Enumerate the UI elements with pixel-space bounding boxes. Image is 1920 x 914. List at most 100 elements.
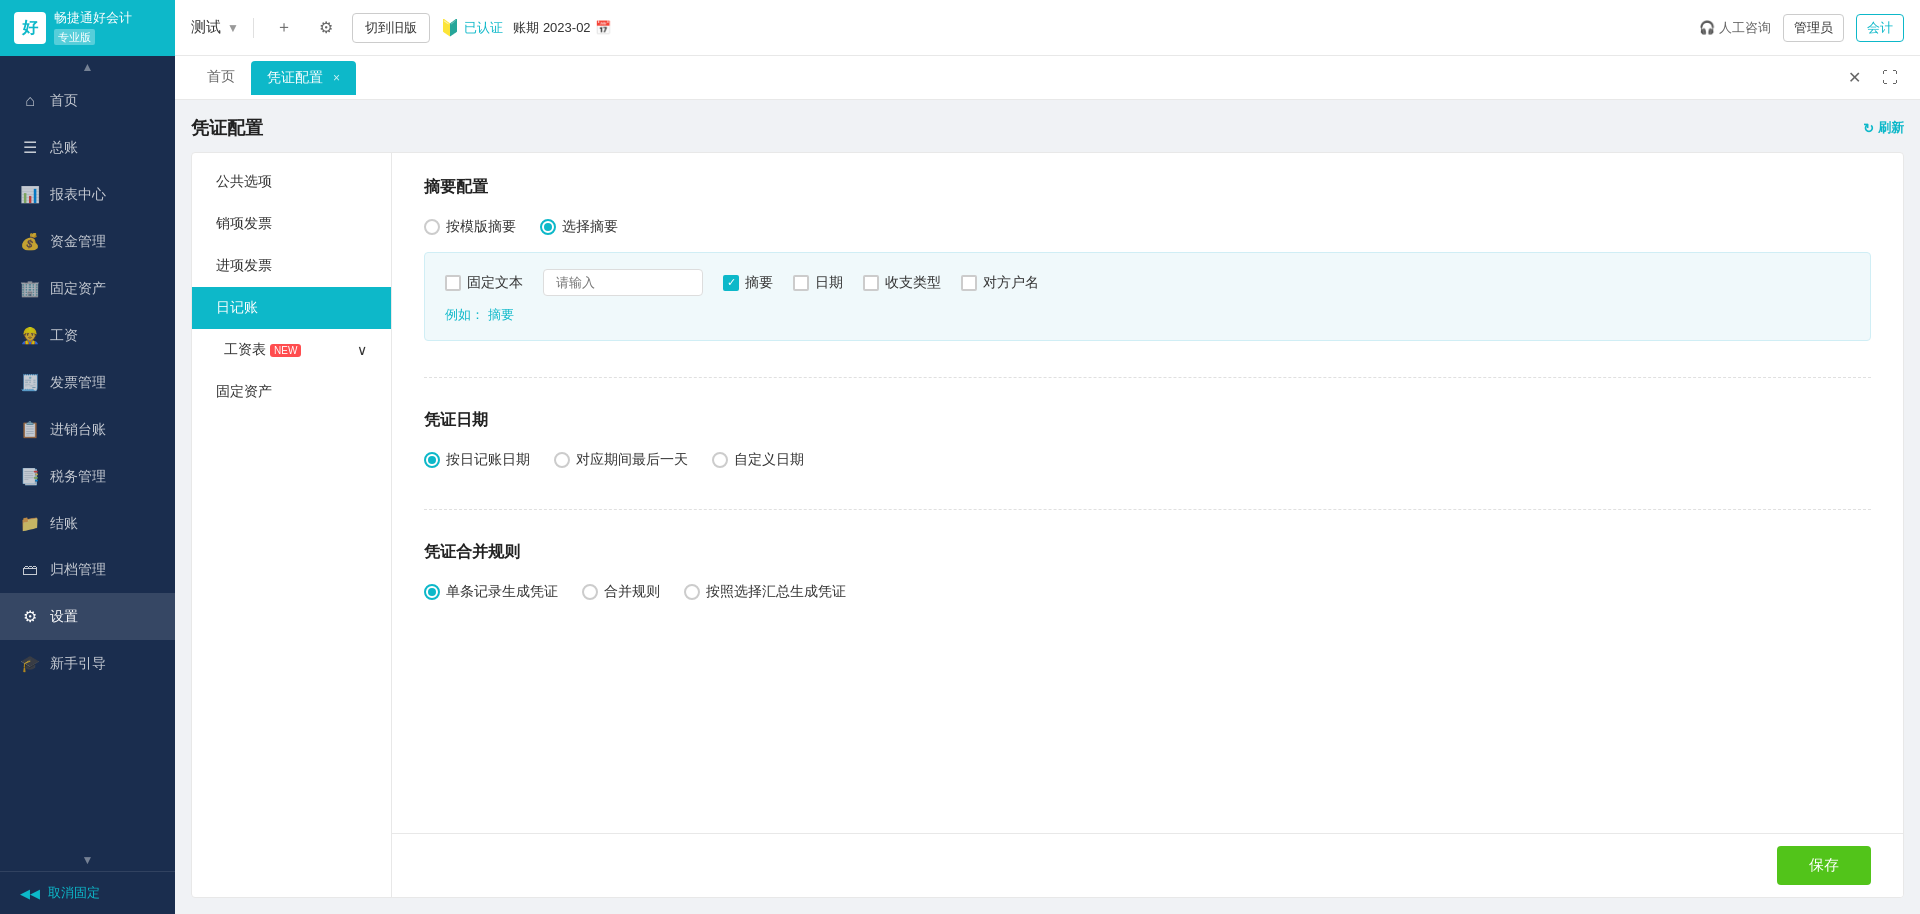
topbar-divider-1 xyxy=(253,18,254,38)
radio-select-summary[interactable]: 选择摘要 xyxy=(540,218,618,236)
sidebar-item-label: 总账 xyxy=(50,139,78,157)
help-btn[interactable]: 🎧 人工咨询 xyxy=(1699,19,1771,37)
radio-select-circle xyxy=(540,219,556,235)
checkbox-payment-type-label: 收支类型 xyxy=(885,274,941,292)
checkbox-date-box xyxy=(793,275,809,291)
checkbox-fixed-text[interactable]: 固定文本 xyxy=(445,274,523,292)
nav-item-purchase-invoice-label: 进项发票 xyxy=(216,257,272,273)
tab-voucher-config-label: 凭证配置 xyxy=(267,69,323,85)
user-role-btn[interactable]: 会计 xyxy=(1856,14,1904,42)
radio-period-last-day[interactable]: 对应期间最后一天 xyxy=(554,451,688,469)
checkbox-counterpart-label: 对方户名 xyxy=(983,274,1039,292)
sidebar-item-newbie[interactable]: 🎓 新手引导 xyxy=(0,640,175,687)
sidebar-item-home[interactable]: ⌂ 首页 xyxy=(0,78,175,124)
cert-label: 已认证 xyxy=(464,19,503,37)
merge-section: 凭证合并规则 单条记录生成凭证 合并规则 xyxy=(424,542,1871,641)
sidebar-nav: ⌂ 首页 ☰ 总账 📊 报表中心 💰 资金管理 🏢 固定资产 👷 工资 🧾 发票… xyxy=(0,78,175,849)
tab-home-label: 首页 xyxy=(207,68,235,84)
settings-btn[interactable]: ⚙ xyxy=(310,12,342,44)
sidebar-item-label: 报表中心 xyxy=(50,186,106,204)
switch-old-version-btn[interactable]: 切到旧版 xyxy=(352,13,430,43)
radio-merge-rule-label: 合并规则 xyxy=(604,583,660,601)
project-chevron-icon: ▼ xyxy=(227,21,239,35)
scroll-up-btn[interactable]: ▲ xyxy=(0,56,175,78)
checkbox-fixed-text-box xyxy=(445,275,461,291)
sidebar-item-tax[interactable]: 📑 税务管理 xyxy=(0,453,175,500)
checkbox-summary[interactable]: ✓ 摘要 xyxy=(723,274,773,292)
radio-template-label: 按模版摘要 xyxy=(446,218,516,236)
nav-item-journal-label: 日记账 xyxy=(216,299,258,315)
radio-single-record-label: 单条记录生成凭证 xyxy=(446,583,558,601)
expand-tab-btn[interactable]: ⛶ xyxy=(1876,64,1904,92)
sidebar-item-ledger[interactable]: ☰ 总账 xyxy=(0,124,175,171)
nav-item-sales-invoice-label: 销项发票 xyxy=(216,215,272,231)
sidebar-item-label: 发票管理 xyxy=(50,374,106,392)
nav-item-payroll[interactable]: 工资表NEW ∨ xyxy=(192,329,391,371)
date-radio-group: 按日记账日期 对应期间最后一天 自定义日期 xyxy=(424,451,1871,469)
radio-select-aggregate-circle xyxy=(684,584,700,600)
headset-icon: 🎧 xyxy=(1699,20,1715,35)
radio-select-aggregate[interactable]: 按照选择汇总生成凭证 xyxy=(684,583,846,601)
radio-custom-date[interactable]: 自定义日期 xyxy=(712,451,804,469)
scroll-down-btn[interactable]: ▼ xyxy=(0,849,175,871)
cert-icon: 🔰 xyxy=(440,18,460,37)
cancel-fixed-label: 取消固定 xyxy=(48,884,100,902)
radio-journal-date[interactable]: 按日记账日期 xyxy=(424,451,530,469)
nav-item-common[interactable]: 公共选项 xyxy=(192,161,391,203)
sidebar-item-label: 进销台账 xyxy=(50,421,106,439)
sidebar-item-purchase-sales[interactable]: 📋 进销台账 xyxy=(0,406,175,453)
sidebar-item-archive[interactable]: 🗃 归档管理 xyxy=(0,547,175,593)
logo-text: 畅捷通好会计 专业版 xyxy=(54,10,132,46)
radio-single-record[interactable]: 单条记录生成凭证 xyxy=(424,583,558,601)
sidebar-item-report[interactable]: 📊 报表中心 xyxy=(0,171,175,218)
sidebar-item-label: 结账 xyxy=(50,515,78,533)
checkbox-payment-type[interactable]: 收支类型 xyxy=(863,274,941,292)
sidebar-item-salary[interactable]: 👷 工资 xyxy=(0,312,175,359)
radio-period-last-day-circle xyxy=(554,452,570,468)
right-content: 摘要配置 按模版摘要 选择摘要 xyxy=(392,153,1903,833)
fund-icon: 💰 xyxy=(20,232,40,251)
radio-journal-date-circle xyxy=(424,452,440,468)
checkbox-payment-type-box xyxy=(863,275,879,291)
sidebar-item-label: 工资 xyxy=(50,327,78,345)
user-name-btn[interactable]: 管理员 xyxy=(1783,14,1844,42)
close-tab-btn[interactable]: ✕ xyxy=(1840,64,1868,92)
purchase-sales-icon: 📋 xyxy=(20,420,40,439)
footer-bar: 保存 xyxy=(392,833,1903,897)
archive-icon: 🗃 xyxy=(20,561,40,579)
nav-item-payroll-label: 工资表NEW xyxy=(224,341,301,359)
app-logo[interactable]: 好 畅捷通好会计 专业版 xyxy=(0,0,175,56)
tab-voucher-config[interactable]: 凭证配置 × xyxy=(251,61,356,95)
sidebar-item-fund[interactable]: 💰 资金管理 xyxy=(0,218,175,265)
sidebar-item-closing[interactable]: 📁 结账 xyxy=(0,500,175,547)
nav-item-sales-invoice[interactable]: 销项发票 xyxy=(192,203,391,245)
radio-merge-rule[interactable]: 合并规则 xyxy=(582,583,660,601)
checkbox-summary-box: ✓ xyxy=(723,275,739,291)
radio-single-record-circle xyxy=(424,584,440,600)
checkbox-date-label: 日期 xyxy=(815,274,843,292)
cancel-fixed-btn[interactable]: ◀◀ 取消固定 xyxy=(0,871,175,914)
tab-home[interactable]: 首页 xyxy=(191,57,251,99)
nav-item-journal[interactable]: 日记账 xyxy=(192,287,391,329)
refresh-btn[interactable]: ↻ 刷新 xyxy=(1863,119,1904,137)
tab-close-btn[interactable]: × xyxy=(333,71,340,85)
save-button[interactable]: 保存 xyxy=(1777,846,1871,885)
add-btn[interactable]: ＋ xyxy=(268,12,300,44)
calendar-icon[interactable]: 📅 xyxy=(595,20,611,35)
sidebar-item-settings[interactable]: ⚙ 设置 xyxy=(0,593,175,640)
help-label: 人工咨询 xyxy=(1719,19,1771,37)
sidebar-item-asset[interactable]: 🏢 固定资产 xyxy=(0,265,175,312)
fixed-text-input[interactable] xyxy=(543,269,703,296)
nav-item-fixed-asset[interactable]: 固定资产 xyxy=(192,371,391,413)
merge-radio-group: 单条记录生成凭证 合并规则 按照选择汇总生成凭证 xyxy=(424,583,1871,601)
radio-template-summary[interactable]: 按模版摘要 xyxy=(424,218,516,236)
radio-select-label: 选择摘要 xyxy=(562,218,618,236)
report-icon: 📊 xyxy=(20,185,40,204)
radio-merge-rule-circle xyxy=(582,584,598,600)
nav-item-purchase-invoice[interactable]: 进项发票 xyxy=(192,245,391,287)
sidebar-item-label: 首页 xyxy=(50,92,78,110)
sidebar-item-invoice[interactable]: 🧾 发票管理 xyxy=(0,359,175,406)
checkbox-counterpart[interactable]: 对方户名 xyxy=(961,274,1039,292)
project-selector[interactable]: 测试 ▼ xyxy=(191,18,239,37)
checkbox-date[interactable]: 日期 xyxy=(793,274,843,292)
